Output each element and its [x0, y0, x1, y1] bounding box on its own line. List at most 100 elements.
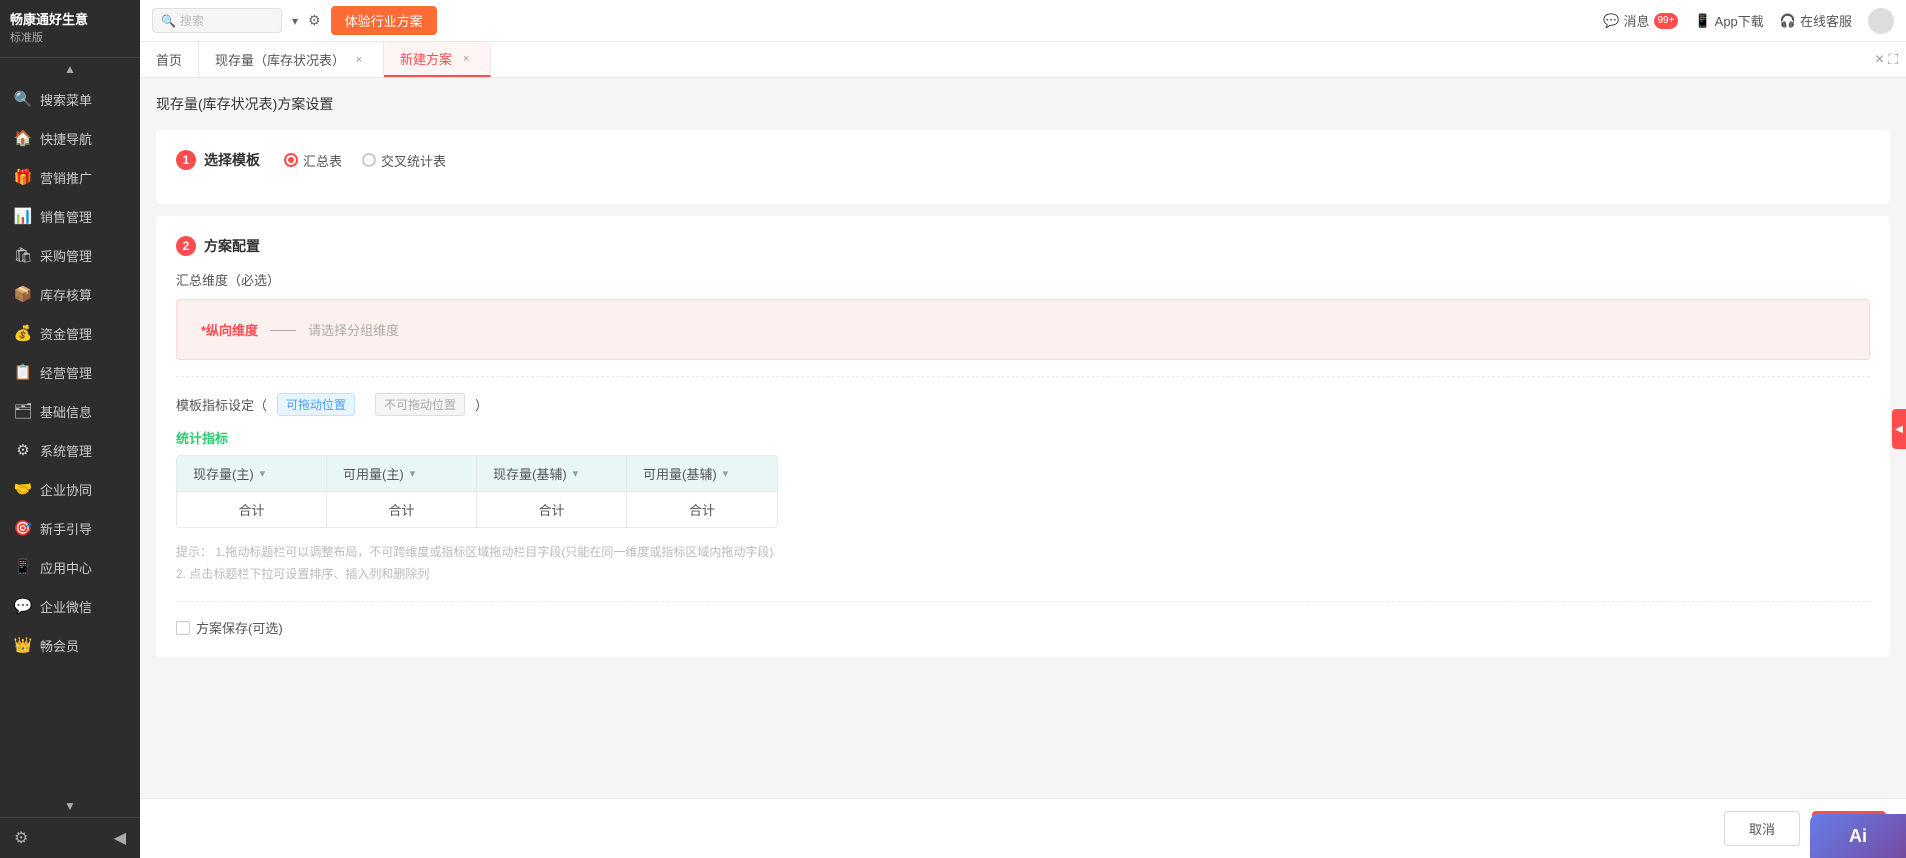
- sidebar-item-purchase[interactable]: 🛍 采购管理: [0, 236, 140, 275]
- sidebar-item-inventory[interactable]: 📦 库存核算: [0, 275, 140, 314]
- crown-icon: 👑: [14, 636, 32, 654]
- messages-btn[interactable]: 💬 消息 99+: [1603, 11, 1678, 30]
- gift-icon: 🎁: [14, 168, 32, 186]
- customer-service-label: 在线客服: [1800, 11, 1852, 30]
- topbar-right: 💬 消息 99+ 📱 App下载 🎧 在线客服: [1603, 8, 1894, 34]
- sidebar-item-label: 快捷导航: [40, 129, 92, 148]
- stat-col-2[interactable]: 现存量(基辅) ▾: [477, 456, 627, 491]
- cancel-button[interactable]: 取消: [1724, 811, 1800, 846]
- tabs-right: × ⛶: [1867, 51, 1906, 69]
- divider1: [176, 376, 1870, 377]
- avatar[interactable]: [1868, 8, 1894, 34]
- dim-arrow: ——: [270, 322, 296, 337]
- summary-dim-label: 汇总维度（必选）: [176, 270, 1870, 289]
- footer: 取消 查询: [140, 798, 1906, 858]
- fullscreen-icon[interactable]: ⛶: [1888, 51, 1898, 68]
- tab-inventory-close[interactable]: ×: [351, 52, 367, 68]
- stat-cell-3-body: 合计: [627, 492, 777, 527]
- sidebar-item-finance[interactable]: 💰 资金管理: [0, 314, 140, 353]
- tab-new-label: 新建方案: [400, 49, 452, 68]
- close-tab-icon[interactable]: ×: [1875, 51, 1884, 69]
- chevron-down-icon: ▾: [723, 467, 729, 480]
- messages-label: 消息: [1623, 11, 1649, 30]
- sidebar-item-label: 畅会员: [40, 636, 79, 655]
- scroll-down-btn[interactable]: ▼: [0, 795, 140, 817]
- topbar-gear-btn[interactable]: ⚙: [308, 12, 321, 29]
- sidebar-item-label: 搜索菜单: [40, 90, 92, 109]
- stat-cell-2-body: 合计: [477, 492, 627, 527]
- stat-table-body-row: 合计 合计 合计 合计: [177, 491, 777, 527]
- chat-icon: 💬: [14, 597, 32, 615]
- radio-cross[interactable]: 交叉统计表: [362, 151, 446, 170]
- sidebar-item-label: 销售管理: [40, 207, 92, 226]
- indicator-row: 模板指标设定（ 可拖动位置 不可拖动位置 ）: [176, 393, 1870, 416]
- radio-summary[interactable]: 汇总表: [284, 151, 342, 170]
- right-handle[interactable]: ◀: [1892, 409, 1906, 449]
- sidebar-item-enterprise[interactable]: 🤝 企业协同: [0, 470, 140, 509]
- sidebar-item-label: 企业协同: [40, 480, 92, 499]
- tab-new-close[interactable]: ×: [458, 51, 474, 67]
- ai-fab-button[interactable]: Ai: [1810, 814, 1906, 858]
- shopping-icon: 🛍: [14, 246, 32, 264]
- tab-home[interactable]: 首页: [140, 42, 199, 77]
- app-subtitle: 标准版: [10, 29, 130, 45]
- industry-btn[interactable]: 体验行业方案: [331, 6, 437, 35]
- stat-col-1-label: 可用量(主): [343, 464, 404, 483]
- step2-card: 2 方案配置 汇总维度（必选） *纵向维度 —— 请选择分组维度 模板指标设定（…: [156, 216, 1890, 657]
- sidebar-item-operations[interactable]: 📋 经营管理: [0, 353, 140, 392]
- stat-cell-0-body: 合计: [177, 492, 327, 527]
- stat-col-0-label: 现存量(主): [193, 464, 254, 483]
- collapse-icon[interactable]: ◀: [114, 828, 126, 848]
- sidebar-item-member[interactable]: 👑 畅会员: [0, 626, 140, 665]
- indicator-suffix: ）: [475, 395, 488, 414]
- home-icon: 🏠: [14, 129, 32, 147]
- search-placeholder-text: 搜索: [180, 12, 204, 29]
- topbar-dropdown-btn[interactable]: ▾: [292, 14, 298, 28]
- sidebar-item-label: 基础信息: [40, 402, 92, 421]
- sidebar-item-basic[interactable]: 🗂 基础信息: [0, 392, 140, 431]
- chart-icon: 📊: [14, 207, 32, 225]
- sidebar-item-newguide[interactable]: 🎯 新手引导: [0, 509, 140, 548]
- sidebar-item-label: 系统管理: [40, 441, 92, 460]
- sidebar-item-quicknav[interactable]: 🏠 快捷导航: [0, 119, 140, 158]
- step1-title: 选择模板: [204, 150, 260, 170]
- stat-col-1[interactable]: 可用量(主) ▾: [327, 456, 477, 491]
- mobile-icon: 📱: [1694, 13, 1710, 29]
- tip-line2: 2. 点击标题栏下拉可设置排序、插入列和删除列: [176, 564, 1870, 586]
- chevron-down-icon: ▾: [573, 467, 579, 480]
- handshake-icon: 🤝: [14, 480, 32, 498]
- search-icon: 🔍: [161, 14, 176, 28]
- save-checkbox[interactable]: [176, 621, 190, 635]
- customer-service-btn[interactable]: 🎧 在线客服: [1780, 11, 1852, 30]
- radio-summary-circle: [284, 153, 298, 167]
- target-icon: 🎯: [14, 519, 32, 537]
- mobile-icon: 📱: [14, 558, 32, 576]
- sidebar-item-label: 新手引导: [40, 519, 92, 538]
- tab-inventory[interactable]: 现存量（库存状况表） ×: [199, 42, 384, 77]
- step2-badge: 2: [176, 236, 196, 256]
- chevron-down-icon: ▾: [410, 467, 416, 480]
- stat-col-3-label: 可用量(基辅): [643, 464, 717, 483]
- sidebar-item-marketing[interactable]: 🎁 营销推广: [0, 158, 140, 197]
- tip-line1: 提示： 1.拖动标题栏可以调整布局，不可跨维度或指标区域拖动栏目字段(只能在同一…: [176, 542, 1870, 564]
- step1-card: 1 选择模板 汇总表 交叉统计表: [156, 130, 1890, 204]
- dim-area[interactable]: *纵向维度 —— 请选择分组维度: [176, 299, 1870, 360]
- topbar-search[interactable]: 🔍 搜索: [152, 8, 282, 33]
- sidebar-item-label: 经营管理: [40, 363, 92, 382]
- money-icon: 💰: [14, 324, 32, 342]
- scroll-up-btn[interactable]: ▲: [0, 58, 140, 80]
- clipboard-icon: 📋: [14, 363, 32, 381]
- content-area: 现存量(库存状况表)方案设置 1 选择模板 汇总表 交叉统计表: [140, 78, 1906, 798]
- sidebar-item-search[interactable]: 🔍 搜索菜单: [0, 80, 140, 119]
- app-download-btn[interactable]: 📱 App下载: [1694, 11, 1763, 30]
- tabs-bar: 首页 现存量（库存状况表） × 新建方案 × × ⛶: [140, 42, 1906, 78]
- stat-col-3[interactable]: 可用量(基辅) ▾: [627, 456, 777, 491]
- settings-icon[interactable]: ⚙: [14, 828, 28, 848]
- sidebar-item-appcenter[interactable]: 📱 应用中心: [0, 548, 140, 587]
- sidebar-item-sales[interactable]: 📊 销售管理: [0, 197, 140, 236]
- sidebar-item-weixin[interactable]: 💬 企业微信: [0, 587, 140, 626]
- tab-new-scheme[interactable]: 新建方案 ×: [384, 42, 491, 77]
- sidebar-item-system[interactable]: ⚙ 系统管理: [0, 431, 140, 470]
- stat-col-0[interactable]: 现存量(主) ▾: [177, 456, 327, 491]
- step2-header: 2 方案配置: [176, 236, 1870, 256]
